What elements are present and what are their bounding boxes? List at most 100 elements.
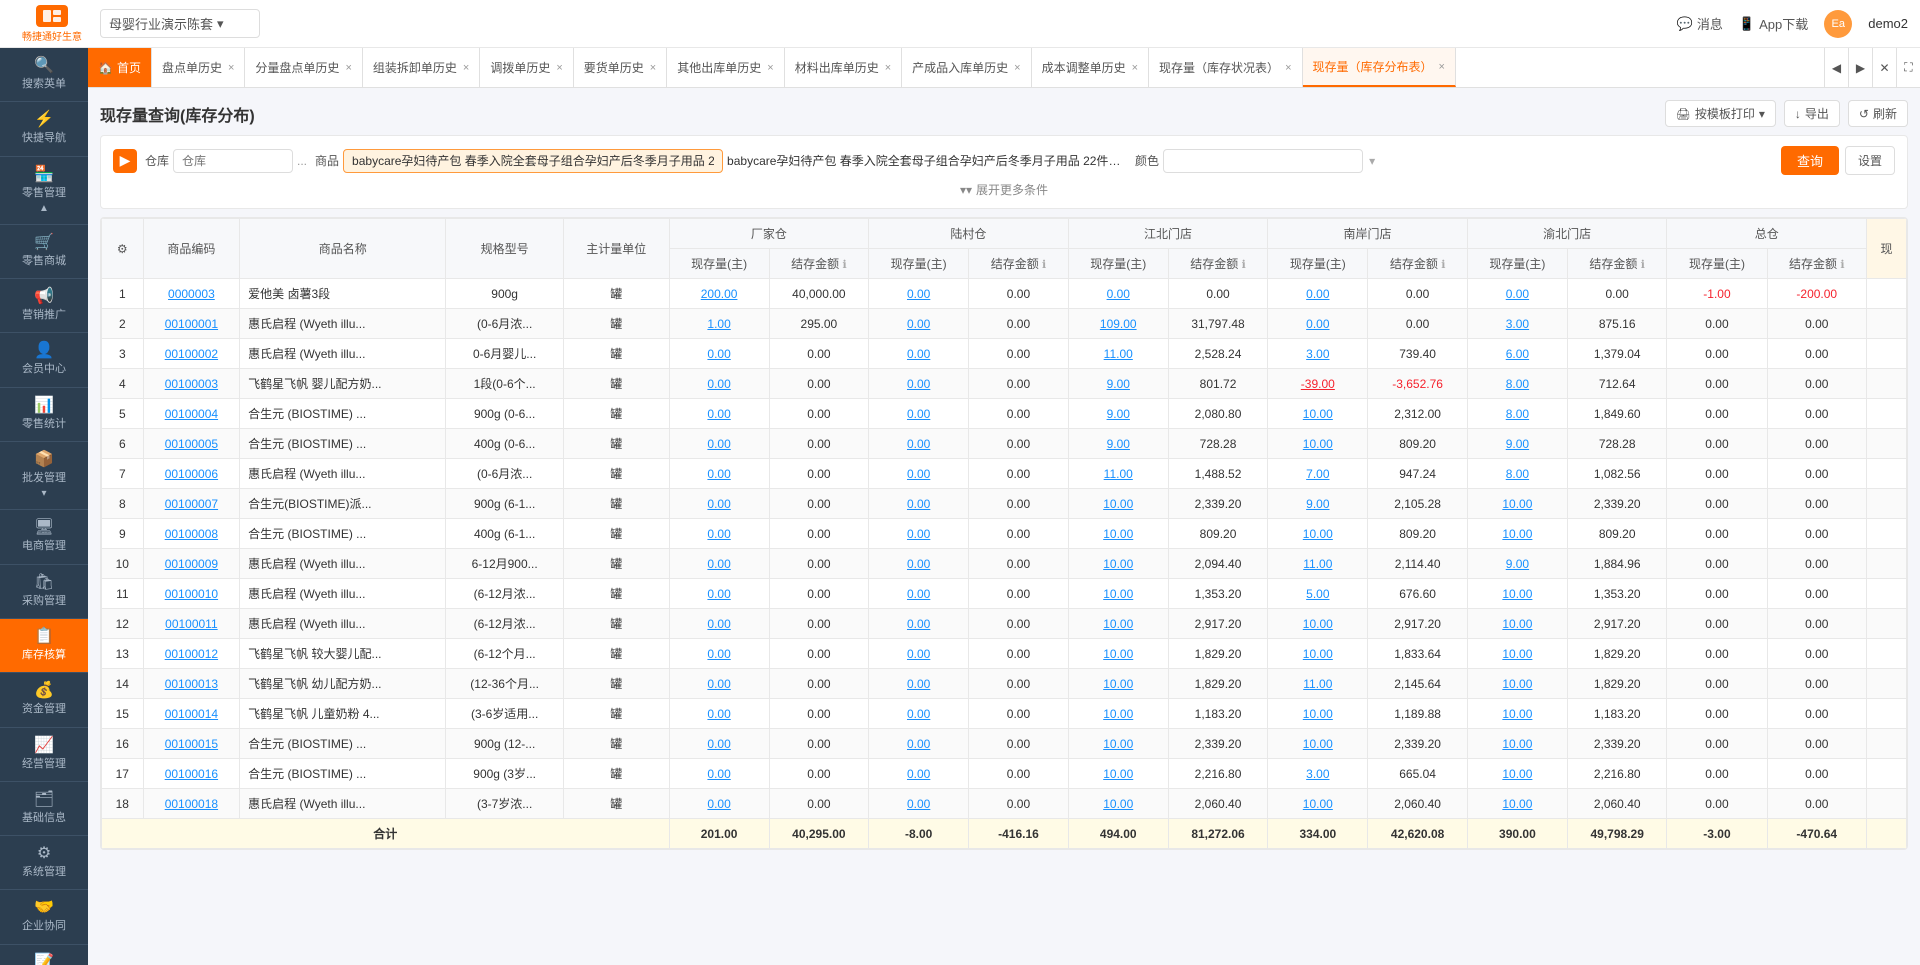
th-lucun-qty: 现存量(主) [869,249,969,279]
cell-code: 00100002 [143,339,240,369]
info-icon[interactable]: ℹ [1242,259,1246,271]
close-icon[interactable]: × [228,62,234,74]
sidebar-item-purchase[interactable]: 🛍 采购管理 [0,565,88,619]
tabs-expand-btn[interactable]: ⛶ [1896,48,1920,88]
sidebar-item-retail[interactable]: 🏪 零售管理 ▲ [0,157,88,225]
nav-dropdown[interactable]: 母婴行业演示陈套 ▾ [100,9,260,38]
tabs-next-btn[interactable]: ▶ [1848,48,1872,88]
sidebar-item-store[interactable]: 🛒 零售商城 [0,225,88,279]
table-row: 5 00100004 合生元 (BIOSTIME) ... 900g (0-6.… [102,399,1907,429]
info-icon[interactable]: ℹ [1840,259,1844,271]
sidebar-item-system[interactable]: ⚙ 系统管理 [0,836,88,890]
tabs-prev-btn[interactable]: ◀ [1824,48,1848,88]
cell-changjia-qty: 0.00 [669,549,769,579]
cell-jiangbei-qty: 0.00 [1068,279,1168,309]
th-gear[interactable]: ⚙ [102,219,144,279]
tab-order[interactable]: 要货单历史 × [574,48,667,87]
close-icon[interactable]: × [556,62,562,74]
close-icon[interactable]: × [1132,62,1138,74]
tab-stock-distribution[interactable]: 现存量（库存分布表） × [1303,48,1456,87]
cell-jiangbei-amt: 0.00 [1168,279,1267,309]
close-icon[interactable]: × [1439,61,1445,73]
top-bar-left: 畅捷通好生意 母婴行业演示陈套 ▾ [12,5,260,43]
info-icon[interactable]: ℹ [1441,259,1445,271]
cell-total-qty: 0.00 [1667,339,1767,369]
close-icon[interactable]: × [463,62,469,74]
app-download-btn[interactable]: 📱 App下载 [1739,14,1808,33]
tab-stock-status[interactable]: 现存量（库存状况表） × [1149,48,1302,87]
cell-idx: 16 [102,729,144,759]
query-btn[interactable]: 查询 [1781,146,1839,175]
sidebar-label-marketing: 营销推广 [22,308,66,322]
cell-unit: 罐 [563,519,669,549]
refresh-btn[interactable]: ↺ 刷新 [1848,100,1908,127]
table-row: 2 00100001 惠氏启程 (Wyeth illu... (0-6月浓...… [102,309,1907,339]
close-icon[interactable]: × [767,62,773,74]
chevron-down-icon-color: ▾ [1369,154,1375,168]
tab-inventory-count[interactable]: 盘点单历史 × [152,48,245,87]
refresh-icon: ↺ [1859,107,1869,121]
search-expand-btn[interactable]: ▶ [113,149,137,173]
cell-name: 合生元(BIOSTIME)派... [240,489,446,519]
cell-name: 飞鹤星飞帆 幼儿配方奶... [240,669,446,699]
cell-current [1867,759,1907,789]
sidebar-item-base[interactable]: 🗂 基础信息 [0,782,88,836]
cell-lucun-amt: 0.00 [969,669,1068,699]
tabs-close-all-btn[interactable]: ✕ [1872,48,1896,88]
cell-nangan-amt: 0.00 [1368,279,1467,309]
info-icon[interactable]: ℹ [1042,259,1046,271]
cell-jiangbei-amt: 801.72 [1168,369,1267,399]
close-icon[interactable]: × [1285,62,1291,74]
sidebar-item-wholesale[interactable]: 📦 批发管理 ▾ [0,442,88,510]
sidebar-item-member[interactable]: 👤 会员中心 [0,333,88,387]
info-icon[interactable]: ℹ [1641,259,1645,271]
cell-idx: 17 [102,759,144,789]
sidebar-item-enterprise[interactable]: 🤝 企业协同 [0,890,88,944]
sidebar-item-guide[interactable]: 📝 新手引导 [0,945,88,965]
cell-jiangbei-amt: 1,183.20 [1168,699,1267,729]
cell-changjia-amt: 0.00 [769,459,868,489]
sidebar-item-ecommerce[interactable]: 🖥 电商管理 [0,510,88,564]
message-btn[interactable]: 💬 消息 [1677,14,1723,33]
sidebar-item-marketing[interactable]: 📢 营销推广 [0,279,88,333]
cell-total-amt: -200.00 [1767,279,1866,309]
goods-input[interactable] [343,149,723,173]
sidebar-item-stats[interactable]: 📊 零售统计 [0,388,88,442]
settings-btn[interactable]: 设置 [1845,146,1895,175]
warehouse-input[interactable] [173,149,293,173]
color-input[interactable] [1163,149,1363,173]
close-icon[interactable]: × [345,62,351,74]
cell-changjia-amt: 0.00 [769,399,868,429]
export-btn[interactable]: ↓ 导出 [1784,100,1840,127]
close-icon[interactable]: × [650,62,656,74]
tab-assembly[interactable]: 组装拆卸单历史 × [363,48,480,87]
cell-idx: 2 [102,309,144,339]
tab-sub-inventory-count[interactable]: 分量盘点单历史 × [245,48,362,87]
tab-transfer[interactable]: 调拨单历史 × [480,48,573,87]
close-icon[interactable]: × [885,62,891,74]
cell-changjia-amt: 0.00 [769,429,868,459]
print-btn[interactable]: 🖨 按模板打印 ▾ [1665,100,1776,127]
cell-jiangbei-qty: 10.00 [1068,669,1168,699]
expand-more-btn[interactable]: ▾▾ 展开更多条件 [960,181,1048,198]
close-icon[interactable]: × [1014,62,1020,74]
cell-jiangbei-qty: 10.00 [1068,579,1168,609]
tab-cost-adjustment[interactable]: 成本调整单历史 × [1032,48,1149,87]
sidebar-item-search[interactable]: 🔍 搜索英单 [0,48,88,102]
cell-lucun-qty: 0.00 [869,489,969,519]
sidebar-item-inventory[interactable]: 📋 库存核算 [0,619,88,673]
sidebar-item-operation[interactable]: 📈 经营管理 [0,728,88,782]
cell-yubei-qty: 10.00 [1467,639,1567,669]
tab-home[interactable]: 🏠 首页 [88,48,152,87]
cell-changjia-qty: 0.00 [669,369,769,399]
sidebar-label-search: 搜索英单 [22,77,66,91]
tab-finished-inbound[interactable]: 产成品入库单历史 × [902,48,1031,87]
info-icon[interactable]: ℹ [842,259,846,271]
avatar[interactable]: Ea [1824,10,1852,38]
tab-other-outbound[interactable]: 其他出库单历史 × [667,48,784,87]
cell-yubei-amt: 728.28 [1567,429,1666,459]
tab-material-outbound[interactable]: 材料出库单历史 × [785,48,902,87]
sidebar-item-finance[interactable]: 💰 资金管理 [0,673,88,727]
cell-total-qty: 0.00 [1667,429,1767,459]
sidebar-item-quick[interactable]: ⚡ 快捷导航 [0,102,88,156]
